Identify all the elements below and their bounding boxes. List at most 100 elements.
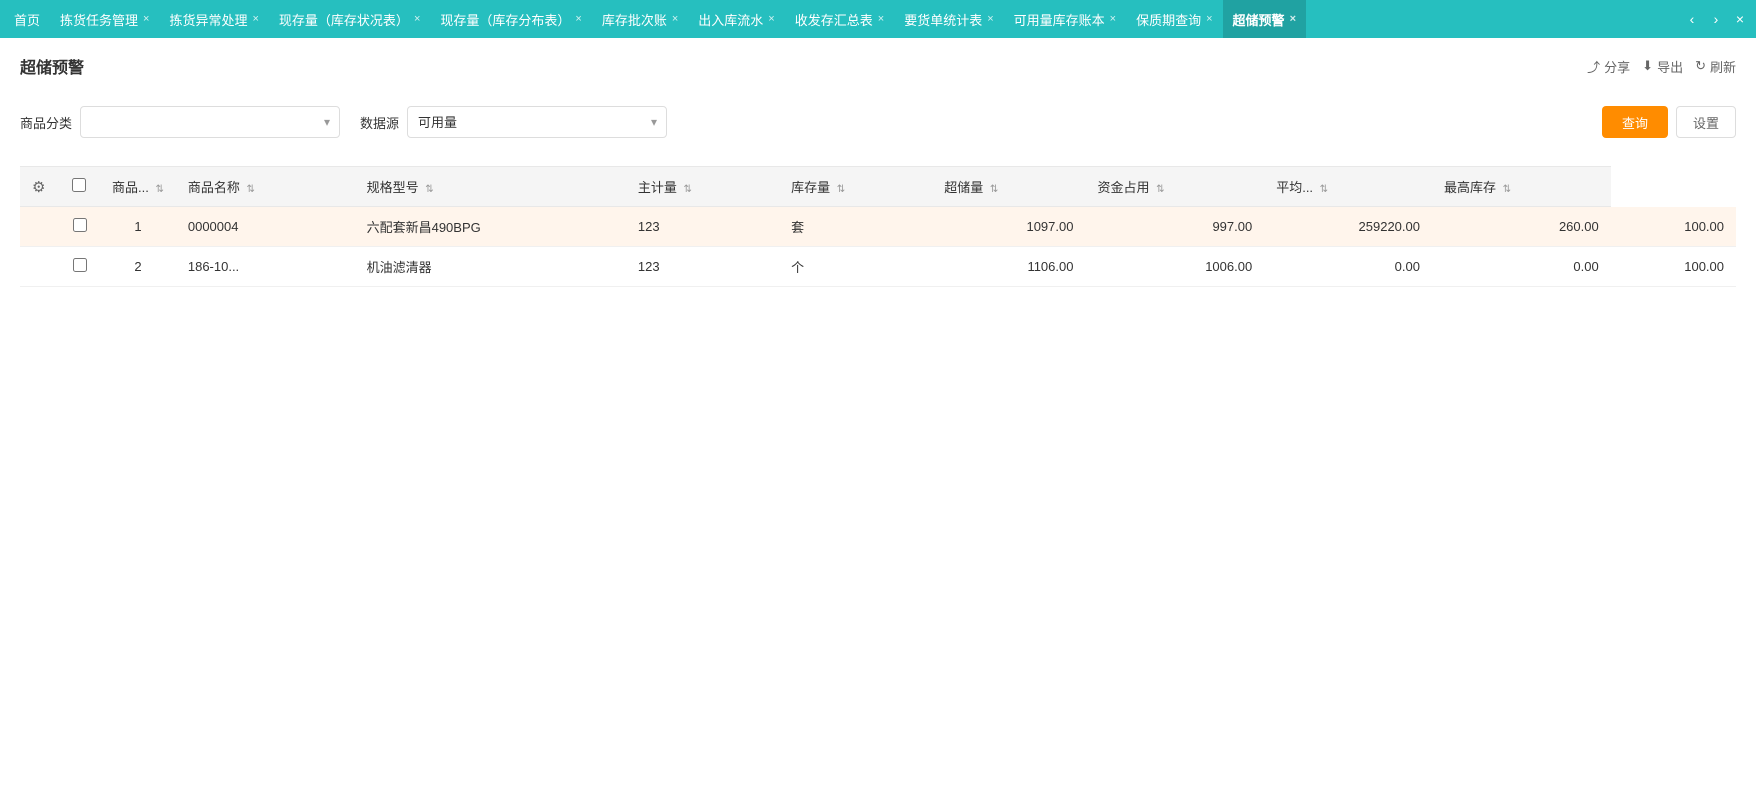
close-icon[interactable]: ×: [1206, 13, 1212, 25]
sort-icon: ⇅: [1156, 184, 1164, 195]
nav-next-button[interactable]: ›: [1704, 0, 1728, 38]
category-select-wrap: ▾: [80, 106, 340, 138]
table-header-row: ⚙ 商品... ⇅ 商品名称 ⇅ 规格型号 ⇅ 主计量: [20, 167, 1736, 207]
avg-header[interactable]: 平均... ⇅: [1264, 167, 1432, 207]
sort-icon: ⇅: [247, 184, 255, 195]
row-product-name: 机油滤清器: [355, 247, 626, 287]
query-button[interactable]: 查询: [1602, 106, 1668, 138]
row-gear-cell: [20, 207, 60, 247]
close-icon[interactable]: ×: [878, 13, 884, 25]
inventory-header[interactable]: 库存量 ⇅: [779, 167, 932, 207]
data-table: ⚙ 商品... ⇅ 商品名称 ⇅ 规格型号 ⇅ 主计量: [20, 166, 1736, 287]
row-checkbox-cell[interactable]: [60, 247, 100, 287]
close-icon[interactable]: ×: [768, 13, 774, 25]
refresh-button[interactable]: ↻ 刷新: [1695, 57, 1736, 76]
category-select[interactable]: [80, 106, 340, 138]
export-button[interactable]: ⬇ 导出: [1642, 57, 1683, 76]
close-icon[interactable]: ×: [672, 13, 678, 25]
nav-tab-order-stats[interactable]: 要货单统计表 ×: [894, 0, 1003, 38]
row-product-code: 0000004: [176, 207, 355, 247]
row-max-stock: 100.00: [1611, 207, 1736, 247]
row-max-stock: 100.00: [1611, 247, 1736, 287]
row-spec: 123: [626, 207, 779, 247]
nav-tab-quality-check[interactable]: 保质期查询 ×: [1126, 0, 1222, 38]
category-label: 商品分类: [20, 113, 72, 132]
share-button[interactable]: ⤴ 分享: [1587, 57, 1630, 76]
close-icon[interactable]: ×: [575, 13, 581, 25]
checkbox-column-header[interactable]: [60, 167, 100, 207]
row-checkbox-cell[interactable]: [60, 207, 100, 247]
row-capital-usage: 0.00: [1264, 247, 1432, 287]
table-row: 1 0000004 六配套新昌490BPG 123 套 1097.00 997.…: [20, 207, 1736, 247]
row-avg: 260.00: [1432, 207, 1611, 247]
sort-icon: ⇅: [837, 184, 845, 195]
sort-icon: ⇅: [1503, 184, 1511, 195]
nav-tab-receive-send[interactable]: 收发存汇总表 ×: [785, 0, 894, 38]
sort-icon: ⇅: [990, 184, 998, 195]
nav-tab-task-mgmt[interactable]: 拣货任务管理 ×: [50, 0, 159, 38]
filter-buttons: 查询 设置: [1602, 106, 1736, 138]
row-product-code: 186-10...: [176, 247, 355, 287]
overstock-header[interactable]: 超储量 ⇅: [932, 167, 1085, 207]
row-overstock: 997.00: [1085, 207, 1264, 247]
product-code-header[interactable]: 商品... ⇅: [100, 167, 176, 207]
row-gear-cell: [20, 247, 60, 287]
share-icon: ⤴: [1587, 57, 1600, 76]
nav-tab-abnormal-process[interactable]: 拣货异常处理 ×: [159, 0, 268, 38]
close-icon[interactable]: ×: [1110, 13, 1116, 25]
unit-header[interactable]: 主计量 ⇅: [626, 167, 779, 207]
close-icon[interactable]: ×: [252, 13, 258, 25]
nav-tab-inout-flow[interactable]: 出入库流水 ×: [688, 0, 784, 38]
table-row: 2 186-10... 机油滤清器 123 个 1106.00 1006.00 …: [20, 247, 1736, 287]
row-overstock: 1006.00: [1085, 247, 1264, 287]
nav-tab-inventory-status[interactable]: 现存量（库存状况表） ×: [269, 0, 430, 38]
sort-icon: ⇅: [155, 184, 163, 195]
nav-tab-home[interactable]: 首页: [4, 0, 50, 38]
nav-arrows: ‹ › ×: [1680, 0, 1752, 38]
row-checkbox[interactable]: [73, 218, 87, 232]
nav-tab-inventory-dist[interactable]: 现存量（库存分布表） ×: [430, 0, 591, 38]
top-navigation: 首页 拣货任务管理 × 拣货异常处理 × 现存量（库存状况表） × 现存量（库存…: [0, 0, 1756, 38]
close-icon[interactable]: ×: [143, 13, 149, 25]
datasource-select-wrap: 可用量 库存量 ▾: [407, 106, 667, 138]
row-capital-usage: 259220.00: [1264, 207, 1432, 247]
table-body: 1 0000004 六配套新昌490BPG 123 套 1097.00 997.…: [20, 207, 1736, 287]
close-icon[interactable]: ×: [1290, 13, 1296, 25]
export-icon: ⬇: [1642, 58, 1653, 74]
row-product-name: 六配套新昌490BPG: [355, 207, 626, 247]
row-checkbox[interactable]: [73, 258, 87, 272]
product-name-header[interactable]: 商品名称 ⇅: [176, 167, 355, 207]
header-actions: ⤴ 分享 ⬇ 导出 ↻ 刷新: [1587, 57, 1736, 76]
category-filter: 商品分类 ▾: [20, 106, 340, 138]
spec-header[interactable]: 规格型号 ⇅: [355, 167, 626, 207]
row-inventory: 1097.00: [932, 207, 1085, 247]
gear-icon[interactable]: ⚙: [32, 179, 45, 196]
page-header: 超储预警 ⤴ 分享 ⬇ 导出 ↻ 刷新: [20, 54, 1736, 78]
close-icon[interactable]: ×: [987, 13, 993, 25]
row-unit: 个: [779, 247, 932, 287]
refresh-icon: ↻: [1695, 58, 1706, 74]
main-content: 超储预警 ⤴ 分享 ⬇ 导出 ↻ 刷新 商品分类 ▾: [0, 38, 1756, 800]
nav-tab-batch-account[interactable]: 库存批次账 ×: [592, 0, 688, 38]
nav-tab-available-stock[interactable]: 可用量库存账本 ×: [1004, 0, 1126, 38]
page-title: 超储预警: [20, 54, 84, 78]
row-avg: 0.00: [1432, 247, 1611, 287]
row-spec: 123: [626, 247, 779, 287]
datasource-filter: 数据源 可用量 库存量 ▾: [360, 106, 667, 138]
row-unit: 套: [779, 207, 932, 247]
nav-close-button[interactable]: ×: [1728, 0, 1752, 38]
capital-usage-header[interactable]: 资金占用 ⇅: [1085, 167, 1264, 207]
nav-tab-overstock-warning[interactable]: 超储预警 ×: [1223, 0, 1306, 38]
gear-column-header[interactable]: ⚙: [20, 167, 60, 207]
sort-icon: ⇅: [425, 184, 433, 195]
nav-prev-button[interactable]: ‹: [1680, 0, 1704, 38]
select-all-checkbox[interactable]: [72, 178, 86, 192]
sort-icon: ⇅: [684, 184, 692, 195]
close-icon[interactable]: ×: [414, 13, 420, 25]
datasource-select[interactable]: 可用量 库存量: [407, 106, 667, 138]
filter-bar: 商品分类 ▾ 数据源 可用量 库存量 ▾ 查询 设置: [20, 94, 1736, 150]
max-stock-header[interactable]: 最高库存 ⇅: [1432, 167, 1611, 207]
row-index: 2: [100, 247, 176, 287]
settings-button[interactable]: 设置: [1676, 106, 1736, 138]
datasource-label: 数据源: [360, 113, 399, 132]
